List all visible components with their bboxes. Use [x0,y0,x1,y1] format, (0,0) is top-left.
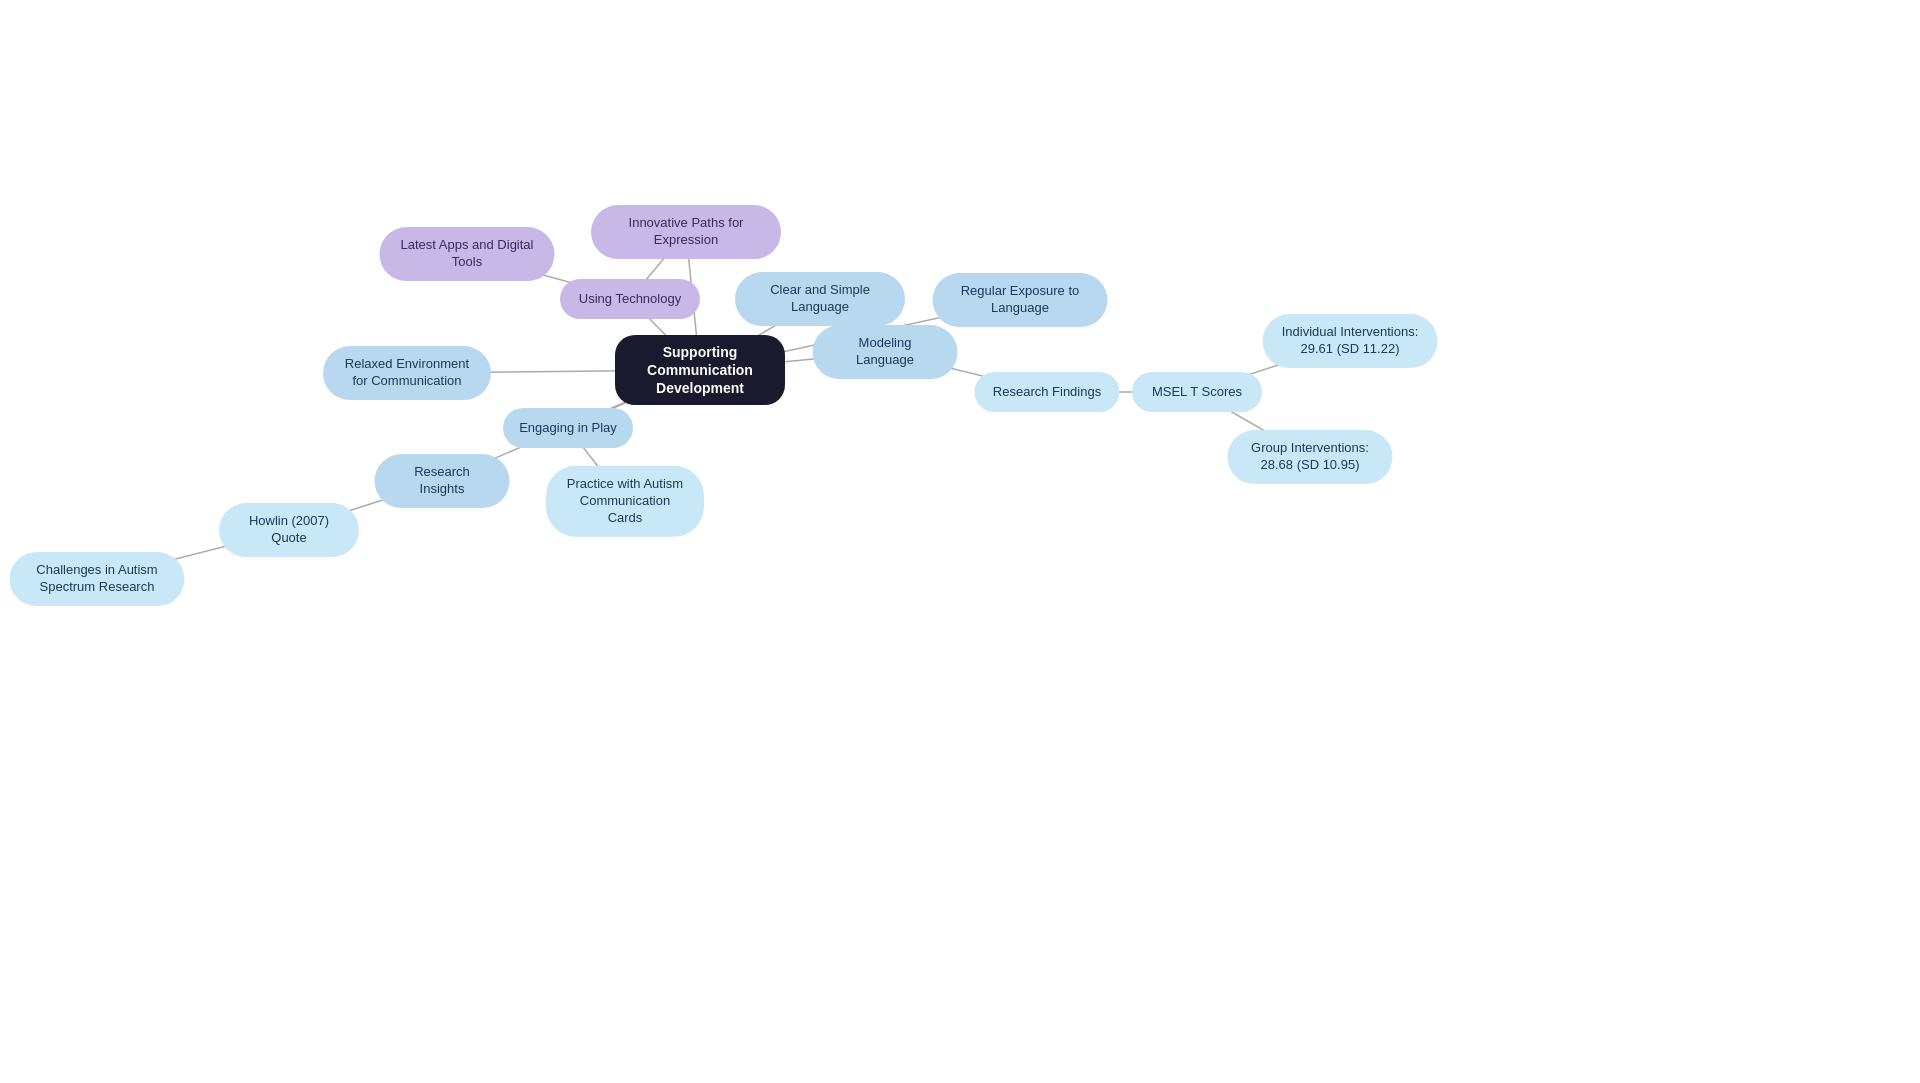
node-engaging-play[interactable]: Engaging in Play [503,408,633,448]
node-center[interactable]: Supporting Communication Development [615,335,785,405]
node-msel-scores[interactable]: MSEL T Scores [1132,372,1262,412]
node-practice-cards[interactable]: Practice with Autism Communication Cards [546,466,704,537]
node-regular-exposure[interactable]: Regular Exposure to Language [933,273,1108,327]
node-individual-interventions[interactable]: Individual Interventions: 29.61 (SD 11.2… [1263,314,1438,368]
node-latest-apps[interactable]: Latest Apps and Digital Tools [380,227,555,281]
node-challenges[interactable]: Challenges in Autism Spectrum Research [10,552,185,606]
mindmap-canvas: Supporting Communication Development Inno… [0,0,1920,1083]
node-howlin-quote[interactable]: Howlin (2007) Quote [219,503,359,557]
node-research-insights[interactable]: Research Insights [375,454,510,508]
node-research-findings[interactable]: Research Findings [975,372,1120,412]
node-using-tech[interactable]: Using Technology [560,279,700,319]
node-relaxed-env[interactable]: Relaxed Environment for Communication [323,346,491,400]
node-innovative[interactable]: Innovative Paths for Expression [591,205,781,259]
node-modeling-lang[interactable]: Modeling Language [813,325,958,379]
node-clear-language[interactable]: Clear and Simple Language [735,272,905,326]
node-group-interventions[interactable]: Group Interventions: 28.68 (SD 10.95) [1228,430,1393,484]
